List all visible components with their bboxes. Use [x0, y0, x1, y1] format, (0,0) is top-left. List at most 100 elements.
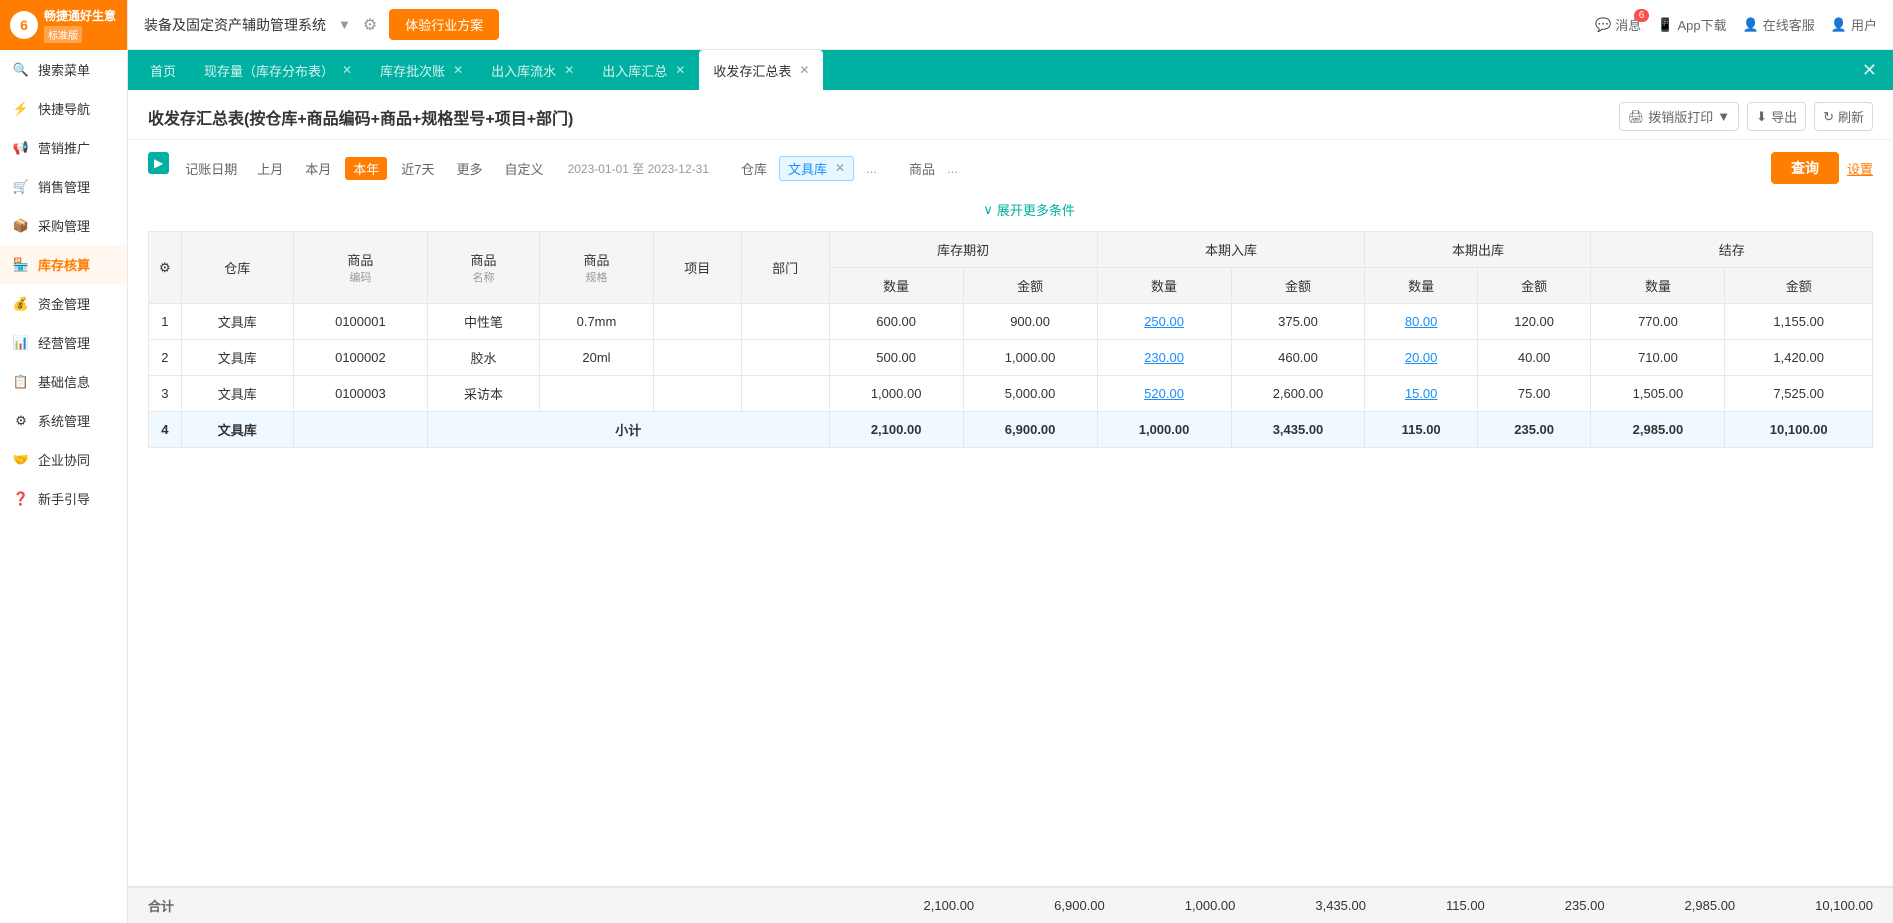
- sidebar-item-operation[interactable]: 📊 经营管理: [0, 323, 127, 362]
- cell-link[interactable]: 15.00: [1405, 386, 1438, 401]
- col-in-amt: 金额: [1231, 268, 1365, 304]
- try-industry-button[interactable]: 体验行业方案: [389, 9, 499, 40]
- footer-open-amt: 6,900.00: [1054, 898, 1105, 913]
- sidebar-item-label: 资金管理: [38, 294, 90, 313]
- corp-icon: 🤝: [12, 451, 30, 469]
- search-icon: 🔍: [12, 61, 30, 79]
- tab-close-icon[interactable]: ✕: [675, 63, 685, 77]
- cell-link[interactable]: 250.00: [1144, 314, 1184, 329]
- query-button[interactable]: 查询: [1771, 152, 1839, 184]
- chevron-down-icon: ▼: [1717, 109, 1730, 124]
- sidebar-item-system[interactable]: ⚙ 系统管理: [0, 401, 127, 440]
- warehouse-tag: 文具库 ✕: [779, 156, 854, 181]
- cell-link[interactable]: 230.00: [1144, 350, 1184, 365]
- sidebar-item-stock[interactable]: 🏪 库存核算: [0, 245, 127, 284]
- guide-icon: ❓: [12, 490, 30, 508]
- online-service-button[interactable]: 👤 在线客服: [1743, 15, 1815, 34]
- sidebar-item-search[interactable]: 🔍 搜索菜单: [0, 50, 127, 89]
- col-group-opening: 库存期初: [829, 232, 1097, 268]
- tab-label: 库存批次账: [380, 61, 445, 80]
- sidebar-item-basic[interactable]: 📋 基础信息: [0, 362, 127, 401]
- tab-bar-close-button[interactable]: ✕: [1854, 60, 1885, 81]
- user-label: 用户: [1851, 15, 1877, 34]
- messages-button[interactable]: 💬 消息 6: [1595, 15, 1641, 34]
- sidebar-item-quick[interactable]: ⚡ 快捷导航: [0, 89, 127, 128]
- sidebar-item-finance[interactable]: 💰 资金管理: [0, 284, 127, 323]
- date-shortcut-上月[interactable]: 上月: [249, 157, 291, 180]
- filter-row-1: 记账日期 上月本月本年近7天更多自定义 2023-01-01 至 2023-12…: [185, 152, 1873, 184]
- sidebar-item-label: 企业协同: [38, 450, 90, 469]
- tab-batch[interactable]: 库存批次账 ✕: [366, 50, 477, 90]
- main-content: 装备及固定资产辅助管理系统 ▼ ⚙ 体验行业方案 💬 消息 6 📱 App下载 …: [128, 0, 1893, 923]
- table-area: ⚙ 仓库 商品编码 商品名称 商品规格 项目 部门 库存期初 本期入库 本期出库…: [128, 231, 1893, 886]
- purchase-icon: 📦: [12, 217, 30, 235]
- system-dropdown-icon[interactable]: ▼: [338, 17, 351, 32]
- col-warehouse: 仓库: [181, 232, 293, 304]
- goods-more[interactable]: ...: [947, 161, 958, 176]
- tab-label: 出入库流水: [491, 61, 556, 80]
- quick-icon: ⚡: [12, 100, 30, 118]
- expand-more-filters[interactable]: ∨ 展开更多条件: [983, 200, 1075, 219]
- sidebar-item-label: 销售管理: [38, 177, 90, 196]
- footer-close-qty: 2,985.00: [1685, 898, 1736, 913]
- table-row: 2文具库0100002胶水20ml500.001,000.00230.00460…: [149, 340, 1873, 376]
- export-button[interactable]: ⬇ 导出: [1747, 102, 1806, 131]
- tab-close-icon[interactable]: ✕: [564, 63, 574, 77]
- col-in-qty: 数量: [1097, 268, 1231, 304]
- table-row: 3文具库0100003采访本1,000.005,000.00520.002,60…: [149, 376, 1873, 412]
- sidebar-item-label: 采购管理: [38, 216, 90, 235]
- sidebar-item-purchase[interactable]: 📦 采购管理: [0, 206, 127, 245]
- message-icon: 💬: [1595, 17, 1611, 33]
- date-shortcut-本月[interactable]: 本月: [297, 157, 339, 180]
- tab-home[interactable]: 首页: [136, 50, 190, 90]
- date-shortcut-自定义[interactable]: 自定义: [497, 157, 552, 180]
- sidebar-item-guide[interactable]: ❓ 新手引导: [0, 479, 127, 518]
- table-row: 4文具库小计2,100.006,900.001,000.003,435.0011…: [149, 412, 1873, 448]
- col-settings[interactable]: ⚙: [149, 232, 182, 304]
- phone-icon: 📱: [1657, 17, 1673, 33]
- page-title-bar: 收发存汇总表(按仓库+商品编码+商品+规格型号+项目+部门) 🖨 拨销版打印 ▼…: [128, 90, 1893, 140]
- tab-receive_summary[interactable]: 收发存汇总表✕: [699, 50, 823, 90]
- cell-link[interactable]: 80.00: [1405, 314, 1438, 329]
- refresh-icon: ↻: [1823, 109, 1834, 125]
- footer-close-amt: 10,100.00: [1815, 898, 1873, 913]
- app-logo: 6 畅捷通好生意 标准版: [0, 0, 127, 50]
- sidebar-item-sales[interactable]: 🛒 销售管理: [0, 167, 127, 206]
- date-shortcut-近7天[interactable]: 近7天: [393, 157, 442, 180]
- tab-flow[interactable]: 出入库流水 ✕: [477, 50, 588, 90]
- messages-badge: 6: [1634, 9, 1650, 22]
- col-goods-name: 商品名称: [427, 232, 539, 304]
- date-shortcut-更多[interactable]: 更多: [449, 157, 491, 180]
- app-download-button[interactable]: 📱 App下载: [1657, 15, 1726, 34]
- sidebar-item-corp[interactable]: 🤝 企业协同: [0, 440, 127, 479]
- sidebar-expand-button[interactable]: ▶: [148, 152, 169, 174]
- cell-link[interactable]: 20.00: [1405, 350, 1438, 365]
- tab-close-icon[interactable]: ✕: [453, 63, 463, 77]
- sidebar-item-marketing[interactable]: 📢 营销推广: [0, 128, 127, 167]
- tab-close-icon[interactable]: ✕: [799, 63, 809, 77]
- headset-icon: 👤: [1743, 17, 1759, 33]
- tab-stock_dist[interactable]: 现存量（库存分布表）✕: [190, 50, 366, 90]
- col-department: 部门: [741, 232, 829, 304]
- nav-menu: 🔍 搜索菜单 ⚡ 快捷导航 📢 营销推广 🛒 销售管理 📦 采购管理 🏪 库存核…: [0, 50, 127, 518]
- warehouse-tag-close[interactable]: ✕: [835, 161, 845, 175]
- tab-label: 出入库汇总: [602, 61, 667, 80]
- refresh-button[interactable]: ↻ 刷新: [1814, 102, 1873, 131]
- logo-icon: 6: [10, 11, 38, 39]
- sidebar: 6 畅捷通好生意 标准版 🔍 搜索菜单 ⚡ 快捷导航 📢 营销推广 🛒 销售管理…: [0, 0, 128, 923]
- user-menu[interactable]: 👤 用户: [1831, 15, 1877, 34]
- print-button[interactable]: 🖨 拨销版打印 ▼: [1619, 102, 1739, 131]
- date-range: 2023-01-01 至 2023-12-31: [568, 160, 709, 177]
- cell-link[interactable]: 520.00: [1144, 386, 1184, 401]
- gear-icon[interactable]: ⚙: [363, 15, 377, 35]
- date-shortcut-本年[interactable]: 本年: [345, 157, 387, 180]
- tab-close-icon[interactable]: ✕: [342, 63, 352, 77]
- page-footer: 合计 2,100.00 6,900.00 1,000.00 3,435.00 1…: [128, 886, 1893, 923]
- warehouse-tag-value: 文具库: [788, 159, 827, 178]
- warehouse-more[interactable]: ...: [866, 161, 877, 176]
- operation-icon: 📊: [12, 334, 30, 352]
- settings-link[interactable]: 设置: [1847, 159, 1873, 178]
- sidebar-item-label: 经营管理: [38, 333, 90, 352]
- tab-summary[interactable]: 出入库汇总 ✕: [588, 50, 699, 90]
- filter-section: ▶ 记账日期 上月本月本年近7天更多自定义 2023-01-01 至 2023-…: [128, 140, 1893, 231]
